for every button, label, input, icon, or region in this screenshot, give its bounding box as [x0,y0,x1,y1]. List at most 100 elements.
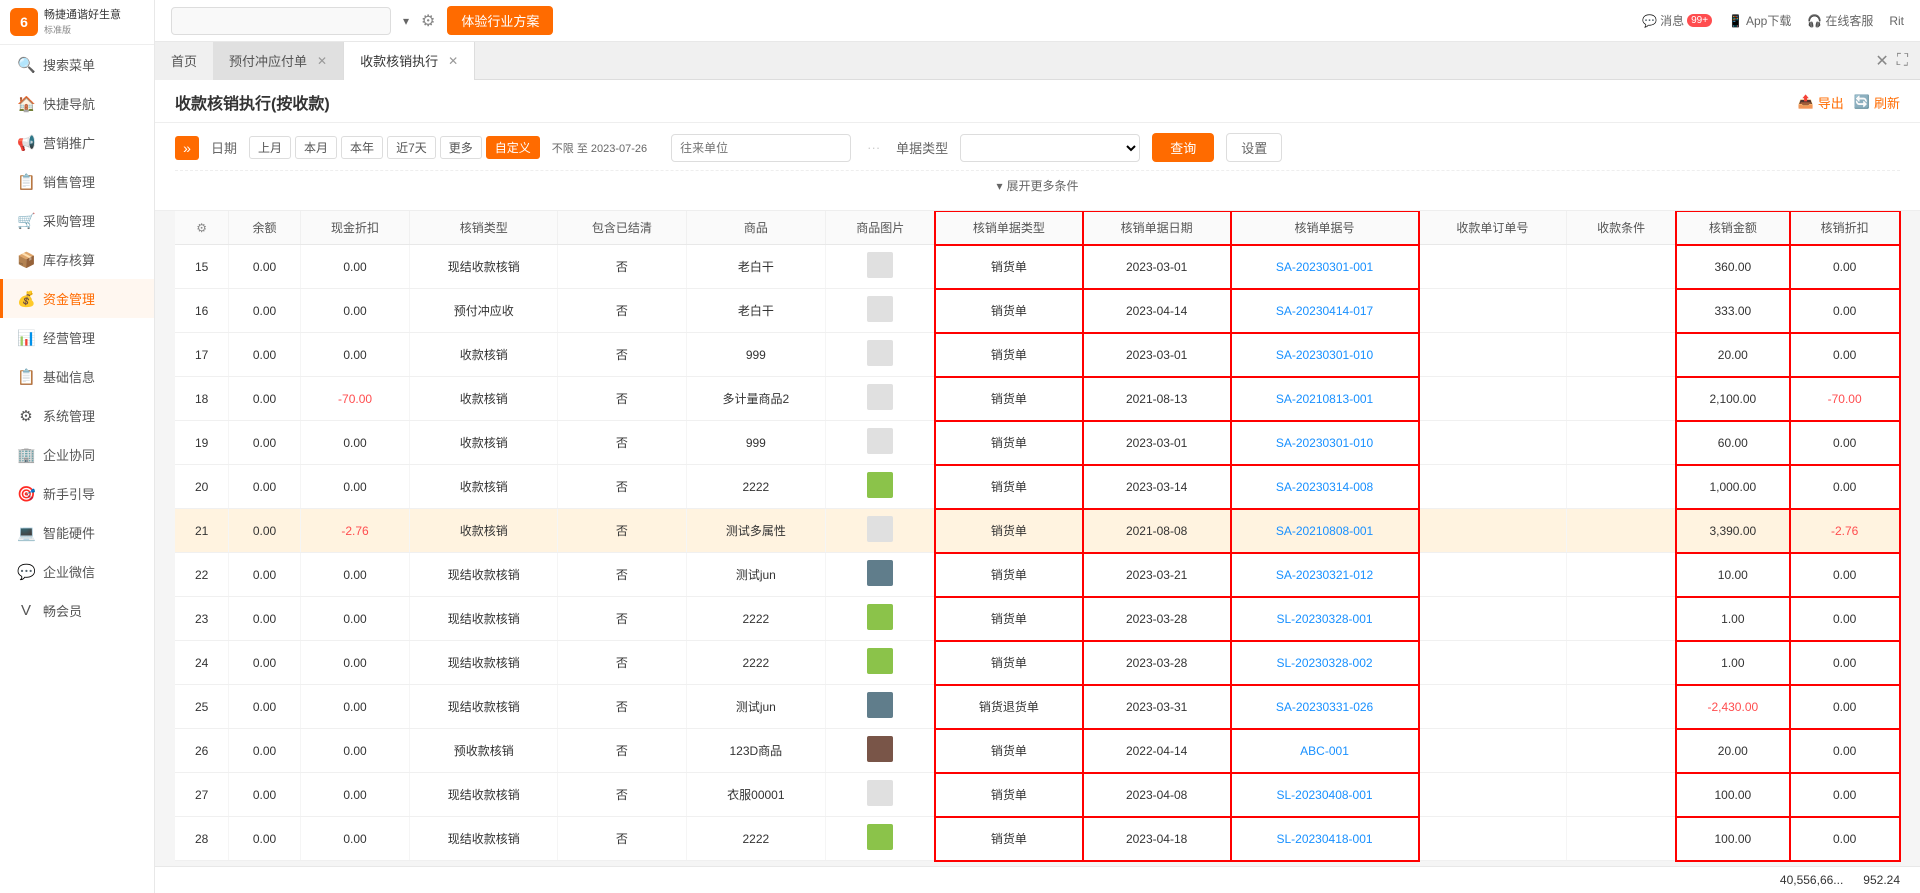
cell-receipt-order-no [1419,729,1567,773]
sidebar-item-search[interactable]: 🔍搜索菜单 [0,45,154,84]
cell-cash-discount: 0.00 [300,641,410,685]
cell-cancel-amount: 360.00 [1676,245,1790,289]
sidebar-icon-business: 📊 [17,329,35,347]
cancel-bill-no-link[interactable]: SL-20230418-001 [1276,832,1372,846]
cancel-bill-no-link[interactable]: SL-20230328-001 [1276,612,1372,626]
tab-close-window-icon[interactable]: ✕ [1875,51,1888,71]
sidebar-icon-wechat: 💬 [17,563,35,581]
cancel-bill-no-link[interactable]: SL-20230408-001 [1276,788,1372,802]
table-row: 24 0.00 0.00 现结收款核销 否 2222 销货单 2023-03-2… [175,641,1900,685]
sidebar-icon-hardware: 💻 [17,524,35,542]
cell-cancel-type: 现结收款核销 [410,773,558,817]
cell-cash-discount: 0.00 [300,553,410,597]
cancel-bill-no-link[interactable]: SA-20230301-010 [1276,348,1373,362]
solution-button[interactable]: 体验行业方案 [447,6,553,35]
tab-expand-icon[interactable]: ⛶ [1897,52,1908,70]
sidebar-item-marketing[interactable]: 📢营销推广 [0,123,154,162]
sidebar-item-inventory[interactable]: 📦库存核算 [0,240,154,279]
cancel-bill-no-link[interactable]: SA-20230331-026 [1276,700,1373,714]
tab-prepay-close[interactable]: ✕ [317,54,327,68]
date-btn-this-month[interactable]: 本月 [295,136,337,159]
cancel-bill-no-link[interactable]: SL-20230328-002 [1276,656,1372,670]
cell-goods: 999 [686,421,825,465]
date-btn-this-year[interactable]: 本年 [341,136,383,159]
cancel-bill-no-link[interactable]: SA-20230314-008 [1276,480,1373,494]
cell-cancel-type: 收款核销 [410,421,558,465]
cell-goods: 2222 [686,597,825,641]
message-button[interactable]: 💬 消息 99+ [1642,12,1712,29]
expand-more-button[interactable]: ▾ 展开更多条件 [996,177,1078,194]
th-cancel-discount: 核销折扣 [1790,211,1900,245]
date-btn-more[interactable]: 更多 [440,136,482,159]
query-button[interactable]: 查询 [1152,133,1214,162]
export-button[interactable]: 📤 导出 [1798,93,1844,112]
tab-actions: ✕ ⛶ [1875,51,1920,71]
cell-cancel-bill-date: 2023-03-01 [1083,245,1231,289]
sidebar-item-guide[interactable]: 🎯新手引导 [0,474,154,513]
cell-goods: 衣服00001 [686,773,825,817]
tab-prepay[interactable]: 预付冲应付单 ✕ [213,42,344,80]
cell-include-settled: 否 [558,333,687,377]
sidebar-item-finance[interactable]: 💰资金管理 [0,279,154,318]
sidebar-item-basic[interactable]: 📋基础信息 [0,357,154,396]
cell-cancel-type: 收款核销 [410,509,558,553]
th-settings[interactable]: ⚙ [175,211,229,245]
sidebar-label-basic: 基础信息 [43,367,95,386]
cell-cancel-discount: 0.00 [1790,597,1900,641]
table-row: 25 0.00 0.00 现结收款核销 否 测试jun 销货退货单 2023-0… [175,685,1900,729]
partner-input[interactable] [671,134,851,162]
cancel-bill-no-link[interactable]: SA-20210813-001 [1276,392,1373,406]
tab-prepay-label: 预付冲应付单 [229,51,307,70]
cell-cancel-discount: 0.00 [1790,773,1900,817]
sidebar-item-hardware[interactable]: 💻智能硬件 [0,513,154,552]
cell-cancel-discount: 0.00 [1790,729,1900,773]
sidebar-item-quick[interactable]: 🏠快捷导航 [0,84,154,123]
table-footer: 40,556,66... 952.24 [155,866,1920,893]
sidebar-item-corp[interactable]: 🏢企业协同 [0,435,154,474]
date-btn-7days[interactable]: 近7天 [387,136,436,159]
th-cash-discount: 现金折扣 [300,211,410,245]
cancel-bill-no-link[interactable]: SA-20230414-017 [1276,304,1373,318]
app-download-button[interactable]: 📱 App下载 [1728,12,1791,29]
date-label: 日期 [211,138,237,157]
total-discount-value: 952.24 [1863,873,1900,887]
tab-receipt-cancel-close[interactable]: ✕ [448,54,458,68]
cell-no: 15 [175,245,229,289]
sidebar-item-sales[interactable]: 📋销售管理 [0,162,154,201]
cell-cancel-bill-no: SA-20230331-026 [1231,685,1419,729]
user-menu[interactable]: Rit [1889,14,1904,28]
search-input[interactable] [171,7,391,35]
data-table: ⚙ 余额 现金折扣 核销类型 包含已结清 商品 商品图片 核销单据类型 核销单据… [175,211,1900,861]
tab-home[interactable]: 首页 [155,42,213,80]
sidebar-item-member[interactable]: V畅会员 [0,591,154,630]
bill-type-select[interactable] [960,134,1140,162]
export-label: 导出 [1818,93,1844,112]
dropdown-trigger[interactable]: ▾ [403,14,409,28]
sidebar-item-purchase[interactable]: 🛒采购管理 [0,201,154,240]
settings-button[interactable]: 设置 [1226,133,1282,162]
cell-cancel-discount: 0.00 [1790,685,1900,729]
sidebar-item-wechat[interactable]: 💬企业微信 [0,552,154,591]
sidebar-item-business[interactable]: 📊经营管理 [0,318,154,357]
topbar-right: 💬 消息 99+ 📱 App下载 🎧 在线客服 Rit [1642,12,1904,29]
settings-icon[interactable]: ⚙ [421,11,435,31]
refresh-button[interactable]: 🔄 刷新 [1854,93,1900,112]
cancel-bill-no-link[interactable]: SA-20230301-001 [1276,260,1373,274]
date-btn-custom[interactable]: 自定义 [486,136,540,159]
filter-expand-button[interactable]: » [175,136,199,160]
cell-goods-img [825,685,935,729]
logo-text-block: 畅捷通谐好生意 标准版 [44,8,121,35]
cell-no: 19 [175,421,229,465]
online-service-button[interactable]: 🎧 在线客服 [1807,12,1873,29]
date-btn-last-month[interactable]: 上月 [249,136,291,159]
tab-receipt-cancel[interactable]: 收款核销执行 ✕ [344,42,475,80]
cell-cash-discount: 0.00 [300,289,410,333]
cell-balance: 0.00 [229,597,300,641]
cancel-bill-no-link[interactable]: SA-20230301-010 [1276,436,1373,450]
cell-balance: 0.00 [229,685,300,729]
sidebar-item-system[interactable]: ⚙系统管理 [0,396,154,435]
cancel-bill-no-link[interactable]: SA-20230321-012 [1276,568,1373,582]
cancel-bill-no-link[interactable]: SA-20210808-001 [1276,524,1373,538]
cancel-bill-no-link[interactable]: ABC-001 [1300,744,1349,758]
refresh-icon: 🔄 [1854,94,1870,110]
